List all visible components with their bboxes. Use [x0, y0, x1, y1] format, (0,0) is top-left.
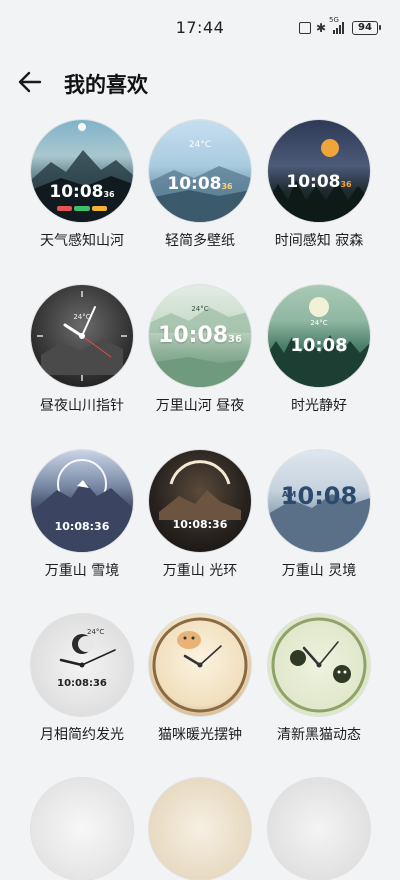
watch-face-item[interactable] — [140, 778, 260, 880]
status-bar: 17:44 ✱ 5G 94 — [0, 0, 400, 52]
status-icons: ✱ 5G 94 — [298, 16, 381, 36]
face-time: 10:08 — [290, 335, 348, 356]
moon-phase-dial — [59, 634, 116, 668]
watch-face-label: 万重山 光环 — [162, 563, 238, 579]
watch-face-item[interactable]: 猫咪暖光摆钟 — [140, 614, 260, 744]
watch-face-label: 清新黑猫动态 — [277, 727, 361, 743]
watch-face-label: 昼夜山川指针 — [40, 398, 124, 414]
halo-mountain-scene — [159, 460, 241, 520]
watch-face-item[interactable]: 10:0836 天气感知山河 — [22, 120, 142, 250]
battery-indicator: 94 — [352, 21, 381, 35]
watch-face-label: 轻简多壁纸 — [165, 233, 235, 249]
watch-face-item[interactable]: 24°C 10:0836 轻简多壁纸 — [140, 120, 260, 250]
watch-face-preview: AM 10:08 — [268, 450, 370, 552]
watch-face-preview: 10:08:36 — [31, 450, 133, 552]
face-temp: 24°C — [310, 319, 328, 327]
watch-face-item[interactable] — [259, 778, 379, 880]
face-time: 10:08 — [280, 482, 358, 510]
watch-face-item[interactable]: 24°C 10:08:36 月相简约发光 — [22, 614, 142, 744]
face-time: 10:0836 — [158, 323, 242, 348]
page-title: 我的喜欢 — [64, 73, 148, 97]
watch-face-label: 猫咪暖光摆钟 — [158, 727, 242, 743]
watch-face-label: 时间感知 寂森 — [274, 233, 364, 249]
face-time: 10:0836 — [286, 172, 352, 192]
snow-mountain-scene — [31, 459, 133, 552]
watch-face-preview: 10:0836 — [31, 120, 133, 222]
cat-pendulum-dial — [152, 617, 248, 713]
watch-face-label: 月相简约发光 — [40, 727, 124, 743]
face-time: 10:08:36 — [57, 678, 107, 689]
watch-face-label: 万重山 灵境 — [281, 563, 357, 579]
face-time: 10:0836 — [167, 174, 233, 194]
watch-face-preview — [149, 614, 251, 716]
black-cat-dial — [271, 617, 367, 713]
watch-face-item[interactable]: 10:0836 时间感知 寂森 — [259, 120, 379, 250]
watch-face-preview: 24°C 10:0836 — [149, 285, 251, 387]
watch-face-item[interactable]: 清新黑猫动态 — [259, 614, 379, 744]
signal-icon: 5G — [329, 16, 347, 34]
watch-face-preview: 10:0836 — [268, 120, 370, 222]
face-temp: 24°C — [191, 305, 209, 313]
watch-face-preview — [31, 778, 133, 880]
watch-face-preview — [268, 614, 370, 716]
watch-face-preview: 24°C 10:08:36 — [31, 614, 133, 716]
watch-face-item[interactable]: 10:08:36 万重山 雪境 — [22, 450, 142, 580]
watch-face-preview — [149, 778, 251, 880]
watch-face-item[interactable]: 24°C 10:0836 万里山河 昼夜 — [140, 285, 260, 415]
mountain-scene — [149, 166, 251, 222]
bluetooth-icon: ✱ — [315, 21, 326, 35]
face-time: 10:0836 — [49, 182, 115, 202]
watch-face-label: 万重山 雪境 — [44, 563, 120, 579]
back-button[interactable] — [14, 66, 46, 98]
watch-face-item[interactable]: AM 10:08 万重山 灵境 — [259, 450, 379, 580]
watch-face-item[interactable] — [22, 778, 142, 880]
watch-face-preview — [268, 778, 370, 880]
watch-face-preview: 24°C — [31, 285, 133, 387]
face-temp: 24°C — [87, 628, 105, 636]
watch-face-label: 万里山河 昼夜 — [155, 398, 245, 414]
watch-face-preview: 24°C 10:0836 — [149, 120, 251, 222]
watch-face-item[interactable]: 24°C 昼夜山川指针 — [22, 285, 142, 415]
watch-face-item[interactable]: 24°C 10:08 时光静好 — [259, 285, 379, 415]
forest-scene — [268, 139, 370, 222]
arrow-left-icon — [18, 71, 42, 93]
face-time: 10:08:36 — [172, 518, 228, 531]
watch-face-label: 时光静好 — [291, 398, 347, 414]
vibrate-icon — [298, 22, 311, 34]
watch-face-item[interactable]: 10:08:36 万重山 光环 — [140, 450, 260, 580]
analog-dial — [37, 291, 127, 381]
watch-face-label: 天气感知山河 — [40, 233, 124, 249]
complication-bar — [57, 206, 107, 211]
face-time: 10:08:36 — [54, 520, 110, 533]
header: 我的喜欢 — [0, 60, 400, 104]
face-temp: 24°C — [188, 140, 212, 150]
watch-face-preview: 10:08:36 — [149, 450, 251, 552]
face-temp: 24°C — [73, 313, 91, 321]
watch-face-preview: 24°C 10:08 — [268, 285, 370, 387]
